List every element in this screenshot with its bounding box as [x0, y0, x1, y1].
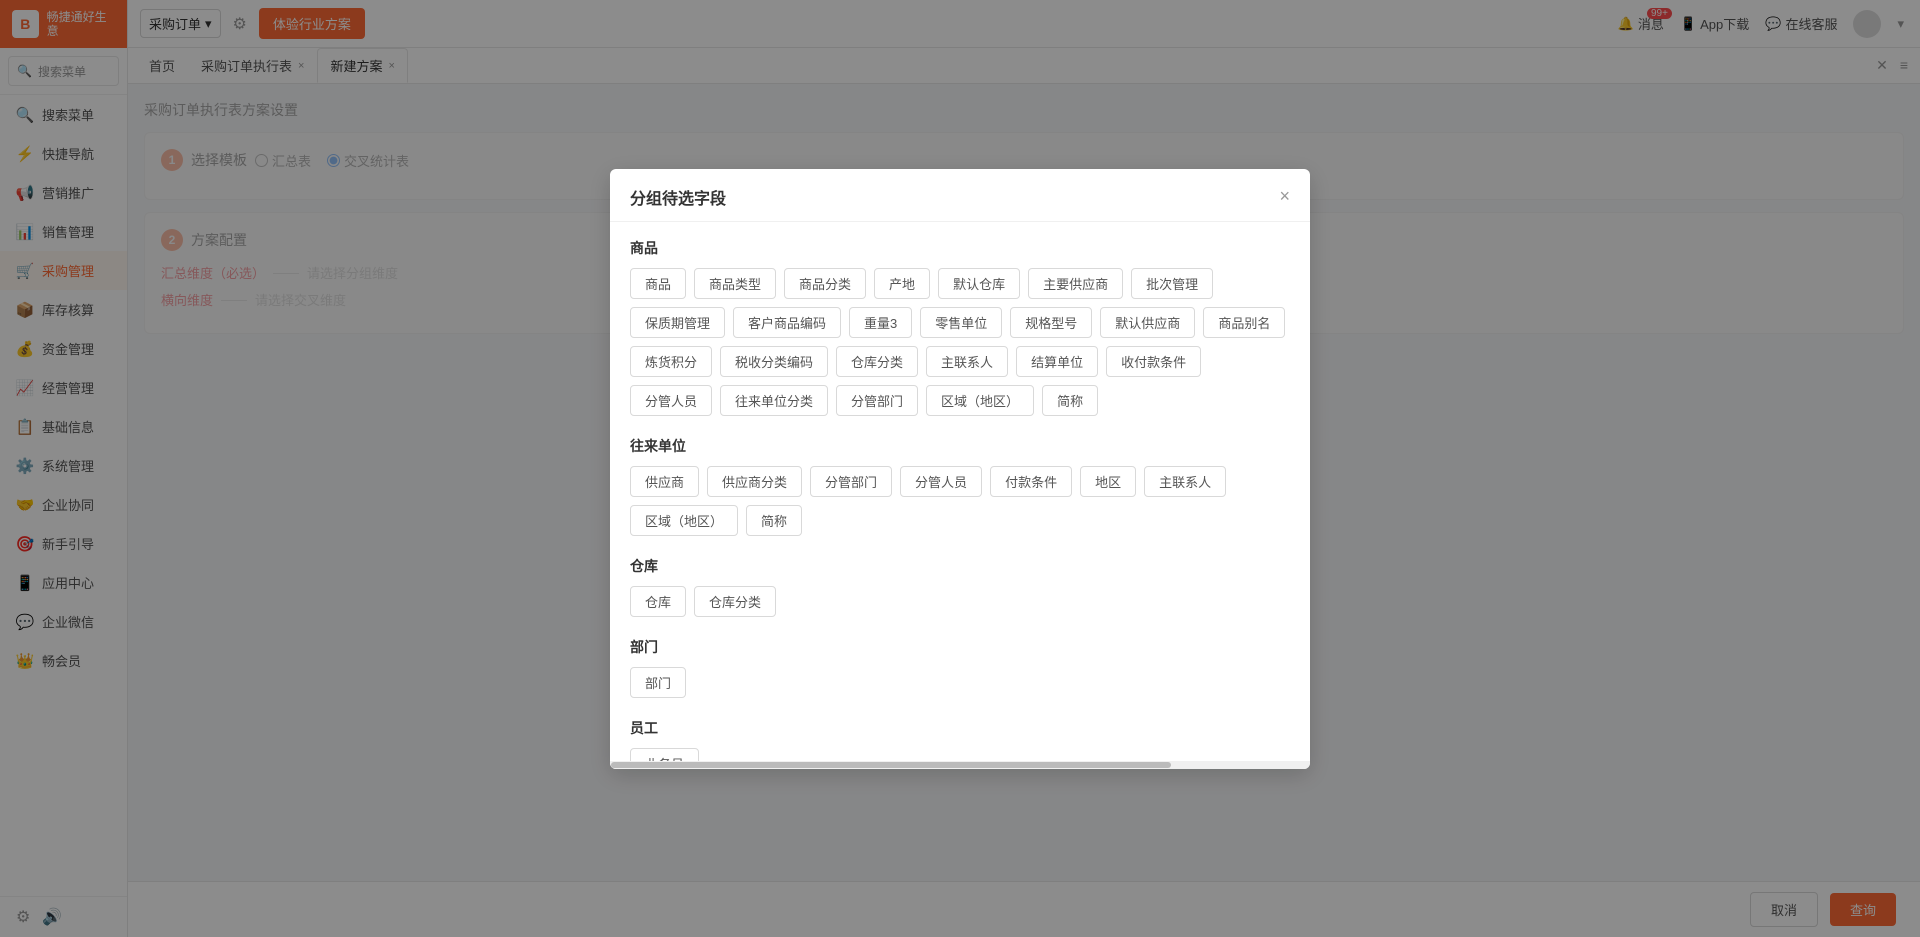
field-tags-goods: 商品商品类型商品分类产地默认仓库主要供应商批次管理保质期管理客户商品编码重量3 零… [630, 268, 1290, 416]
field-tag[interactable]: 默认供应商 [1100, 307, 1195, 338]
field-tag[interactable]: 主要供应商 [1028, 268, 1123, 299]
field-tag[interactable]: 规格型号 [1010, 307, 1092, 338]
field-tags-warehouse: 仓库仓库分类 [630, 586, 1290, 617]
field-tag[interactable]: 区域（地区） [630, 505, 738, 536]
field-tag[interactable]: 简称 [746, 505, 802, 536]
modal-overlay: 分组待选字段 × 商品商品商品类型商品分类产地默认仓库主要供应商批次管理保质期管… [0, 0, 1920, 937]
modal-horizontal-scrollbar[interactable] [610, 761, 1310, 769]
field-tag[interactable]: 仓库 [630, 586, 686, 617]
field-tag[interactable]: 结算单位 [1016, 346, 1098, 377]
field-group-department: 部门部门 [630, 637, 1290, 698]
field-tag[interactable]: 收付款条件 [1106, 346, 1201, 377]
field-tag[interactable]: 商品分类 [784, 268, 866, 299]
field-tag[interactable]: 炼货积分 [630, 346, 712, 377]
field-tag[interactable]: 分管部门 [810, 466, 892, 497]
field-tag[interactable]: 仓库分类 [694, 586, 776, 617]
field-tag[interactable]: 商品 [630, 268, 686, 299]
field-tag[interactable]: 主联系人 [1144, 466, 1226, 497]
field-tag[interactable]: 主联系人 [926, 346, 1008, 377]
field-group-employee: 员工业务员 [630, 718, 1290, 761]
field-tag[interactable]: 分管人员 [900, 466, 982, 497]
field-tag[interactable]: 税收分类编码 [720, 346, 828, 377]
field-group-title-warehouse: 仓库 [630, 556, 1290, 576]
field-group-title-goods: 商品 [630, 238, 1290, 258]
field-tag[interactable]: 分管人员 [630, 385, 712, 416]
field-group-title-partner: 往来单位 [630, 436, 1290, 456]
field-tags-employee: 业务员 [630, 748, 1290, 761]
field-tag[interactable]: 重量3 [849, 307, 912, 338]
field-tag[interactable]: 供应商 [630, 466, 699, 497]
field-tag[interactable]: 批次管理 [1131, 268, 1213, 299]
field-tag[interactable]: 客户商品编码 [733, 307, 841, 338]
field-tags-department: 部门 [630, 667, 1290, 698]
field-tag[interactable]: 仓库分类 [836, 346, 918, 377]
modal-close-button[interactable]: × [1279, 186, 1290, 207]
field-tag[interactable]: 供应商分类 [707, 466, 802, 497]
field-group-goods: 商品商品商品类型商品分类产地默认仓库主要供应商批次管理保质期管理客户商品编码重量… [630, 238, 1290, 416]
field-tag[interactable]: 零售单位 [920, 307, 1002, 338]
field-tag[interactable]: 产地 [874, 268, 930, 299]
field-tag[interactable]: 保质期管理 [630, 307, 725, 338]
field-tag[interactable]: 业务员 [630, 748, 699, 761]
modal-header: 分组待选字段 × [610, 169, 1310, 222]
field-tag[interactable]: 简称 [1042, 385, 1098, 416]
field-tag[interactable]: 部门 [630, 667, 686, 698]
scrollbar-thumb [611, 762, 1171, 768]
field-group-title-employee: 员工 [630, 718, 1290, 738]
field-tag[interactable]: 商品别名 [1203, 307, 1285, 338]
field-tag[interactable]: 区域（地区） [926, 385, 1034, 416]
field-tag[interactable]: 分管部门 [836, 385, 918, 416]
field-group-warehouse: 仓库仓库仓库分类 [630, 556, 1290, 617]
modal-body: 商品商品商品类型商品分类产地默认仓库主要供应商批次管理保质期管理客户商品编码重量… [610, 222, 1310, 761]
field-tag[interactable]: 往来单位分类 [720, 385, 828, 416]
field-group-partner: 往来单位供应商供应商分类分管部门分管人员付款条件地区主联系人区域（地区） 简称 [630, 436, 1290, 536]
field-tags-partner: 供应商供应商分类分管部门分管人员付款条件地区主联系人区域（地区） 简称 [630, 466, 1290, 536]
field-tag[interactable]: 默认仓库 [938, 268, 1020, 299]
field-tag[interactable]: 地区 [1080, 466, 1136, 497]
field-tag[interactable]: 商品类型 [694, 268, 776, 299]
field-tag[interactable]: 付款条件 [990, 466, 1072, 497]
field-select-modal: 分组待选字段 × 商品商品商品类型商品分类产地默认仓库主要供应商批次管理保质期管… [610, 169, 1310, 769]
field-group-title-department: 部门 [630, 637, 1290, 657]
modal-title: 分组待选字段 [630, 185, 726, 209]
